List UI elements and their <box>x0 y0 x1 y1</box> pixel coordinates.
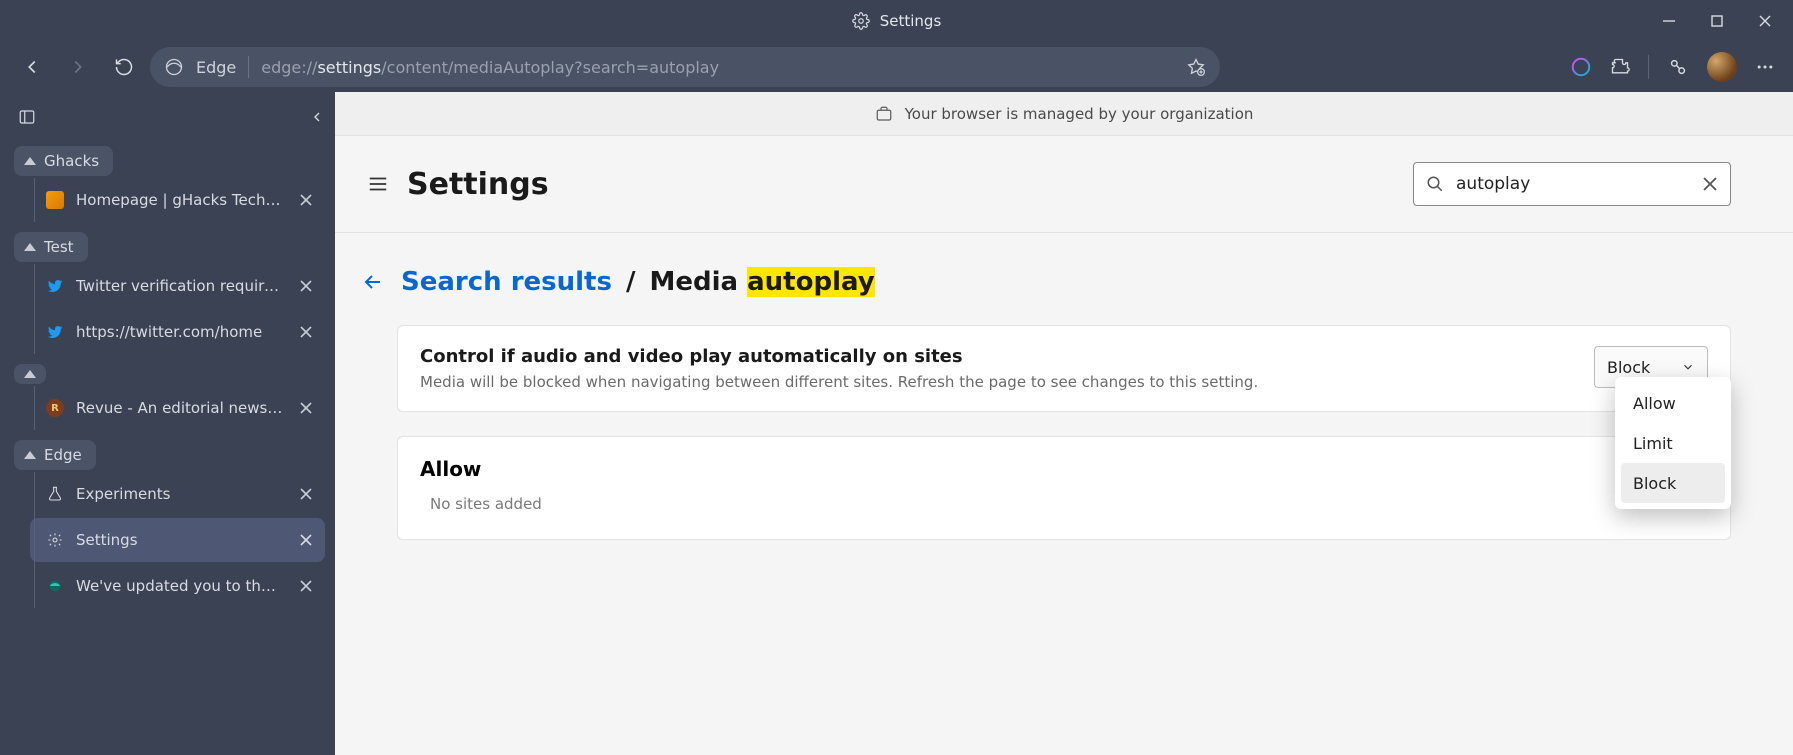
titlebar: Settings <box>0 0 1793 42</box>
breadcrumb: Search results / Media autoplay <box>335 233 1793 307</box>
gear-icon <box>46 531 64 549</box>
triangle-icon <box>24 370 36 378</box>
clear-search-icon[interactable] <box>1702 176 1718 192</box>
tabs-panel-icon[interactable] <box>18 108 36 126</box>
tab-group-ghacks[interactable]: Ghacks <box>14 146 113 176</box>
autoplay-dropdown: Allow Limit Block <box>1615 377 1731 509</box>
close-window-button[interactable] <box>1755 11 1775 31</box>
address-scheme-label: Edge <box>196 58 236 77</box>
close-tab-icon[interactable] <box>297 577 315 595</box>
allow-card-title: Allow <box>420 457 1708 481</box>
autoplay-option-limit[interactable]: Limit <box>1621 423 1725 463</box>
account-link-icon[interactable] <box>1667 56 1689 78</box>
tab-group-test[interactable]: Test <box>14 232 88 262</box>
close-tab-icon[interactable] <box>297 485 315 503</box>
address-bar[interactable]: Edge edge://settings/content/mediaAutopl… <box>150 47 1220 87</box>
edge-logo-icon <box>164 57 184 77</box>
settings-heading: Settings <box>407 167 549 202</box>
tab-group-edge[interactable]: Edge <box>14 440 96 470</box>
forward-button[interactable] <box>58 47 98 87</box>
flask-icon <box>46 485 64 503</box>
autoplay-option-block[interactable]: Block <box>1621 463 1725 503</box>
tab-ghacks-homepage[interactable]: Homepage | gHacks Technol <box>30 178 325 222</box>
autoplay-card-desc: Media will be blocked when navigating be… <box>420 373 1574 391</box>
settings-content: Your browser is managed by your organiza… <box>335 92 1793 755</box>
autoplay-select-value: Block <box>1607 358 1650 377</box>
close-tab-icon[interactable] <box>297 277 315 295</box>
address-separator <box>248 56 249 78</box>
managed-banner: Your browser is managed by your organiza… <box>335 92 1793 136</box>
managed-banner-text: Your browser is managed by your organiza… <box>905 105 1254 123</box>
close-tab-icon[interactable] <box>297 399 315 417</box>
autoplay-card-title: Control if audio and video play automati… <box>420 346 1574 367</box>
refresh-button[interactable] <box>104 47 144 87</box>
triangle-icon <box>24 157 36 165</box>
close-tab-icon[interactable] <box>297 323 315 341</box>
allow-empty-text: No sites added <box>420 481 1708 519</box>
tab-revue[interactable]: R Revue - An editorial newslet <box>30 386 325 430</box>
back-button[interactable] <box>12 47 52 87</box>
tab-update-notice[interactable]: We've updated you to the la <box>30 564 325 608</box>
maximize-button[interactable] <box>1707 11 1727 31</box>
autoplay-option-allow[interactable]: Allow <box>1621 383 1725 423</box>
chevron-down-icon <box>1681 360 1695 374</box>
close-tab-icon[interactable] <box>297 531 315 549</box>
breadcrumb-current: Media autoplay <box>649 267 874 297</box>
copilot-icon[interactable] <box>1570 56 1592 78</box>
address-url: edge://settings/content/mediaAutoplay?se… <box>261 58 1174 77</box>
breadcrumb-back-icon[interactable] <box>359 268 387 296</box>
window-title: Settings <box>880 12 942 30</box>
twitter-icon <box>46 323 64 341</box>
tab-settings[interactable]: Settings <box>30 518 325 562</box>
minimize-button[interactable] <box>1659 11 1679 31</box>
more-menu-icon[interactable] <box>1755 57 1775 77</box>
settings-search-box[interactable] <box>1413 162 1731 206</box>
triangle-icon <box>24 451 36 459</box>
edge-icon <box>46 577 64 595</box>
browser-toolbar: Edge edge://settings/content/mediaAutopl… <box>0 42 1793 92</box>
site-favicon-icon <box>46 191 64 209</box>
tab-twitter-verification[interactable]: Twitter verification requirem <box>30 264 325 308</box>
breadcrumb-search-results[interactable]: Search results <box>401 267 612 297</box>
toolbar-separator <box>1648 55 1649 79</box>
settings-search-input[interactable] <box>1456 174 1690 194</box>
tab-group-unnamed[interactable] <box>14 364 46 384</box>
allow-card: Allow No sites added <box>397 436 1731 540</box>
profile-avatar[interactable] <box>1707 52 1737 82</box>
extensions-icon[interactable] <box>1610 57 1630 77</box>
close-tab-icon[interactable] <box>297 191 315 209</box>
settings-gear-icon <box>852 12 870 30</box>
collapse-sidebar-icon[interactable] <box>309 109 325 125</box>
autoplay-card: Control if audio and video play automati… <box>397 325 1731 412</box>
twitter-icon <box>46 277 64 295</box>
tab-experiments[interactable]: Experiments <box>30 472 325 516</box>
favorite-star-icon[interactable] <box>1186 57 1206 77</box>
settings-menu-button[interactable] <box>359 165 397 203</box>
briefcase-icon <box>875 105 893 123</box>
search-icon <box>1426 175 1444 193</box>
tab-twitter-home[interactable]: https://twitter.com/home <box>30 310 325 354</box>
triangle-icon <box>24 243 36 251</box>
breadcrumb-separator: / <box>626 267 636 297</box>
vertical-tabs-sidebar: Ghacks Homepage | gHacks Technol Test Tw… <box>0 92 335 755</box>
revue-icon: R <box>46 399 64 417</box>
search-highlight: autoplay <box>747 267 875 297</box>
